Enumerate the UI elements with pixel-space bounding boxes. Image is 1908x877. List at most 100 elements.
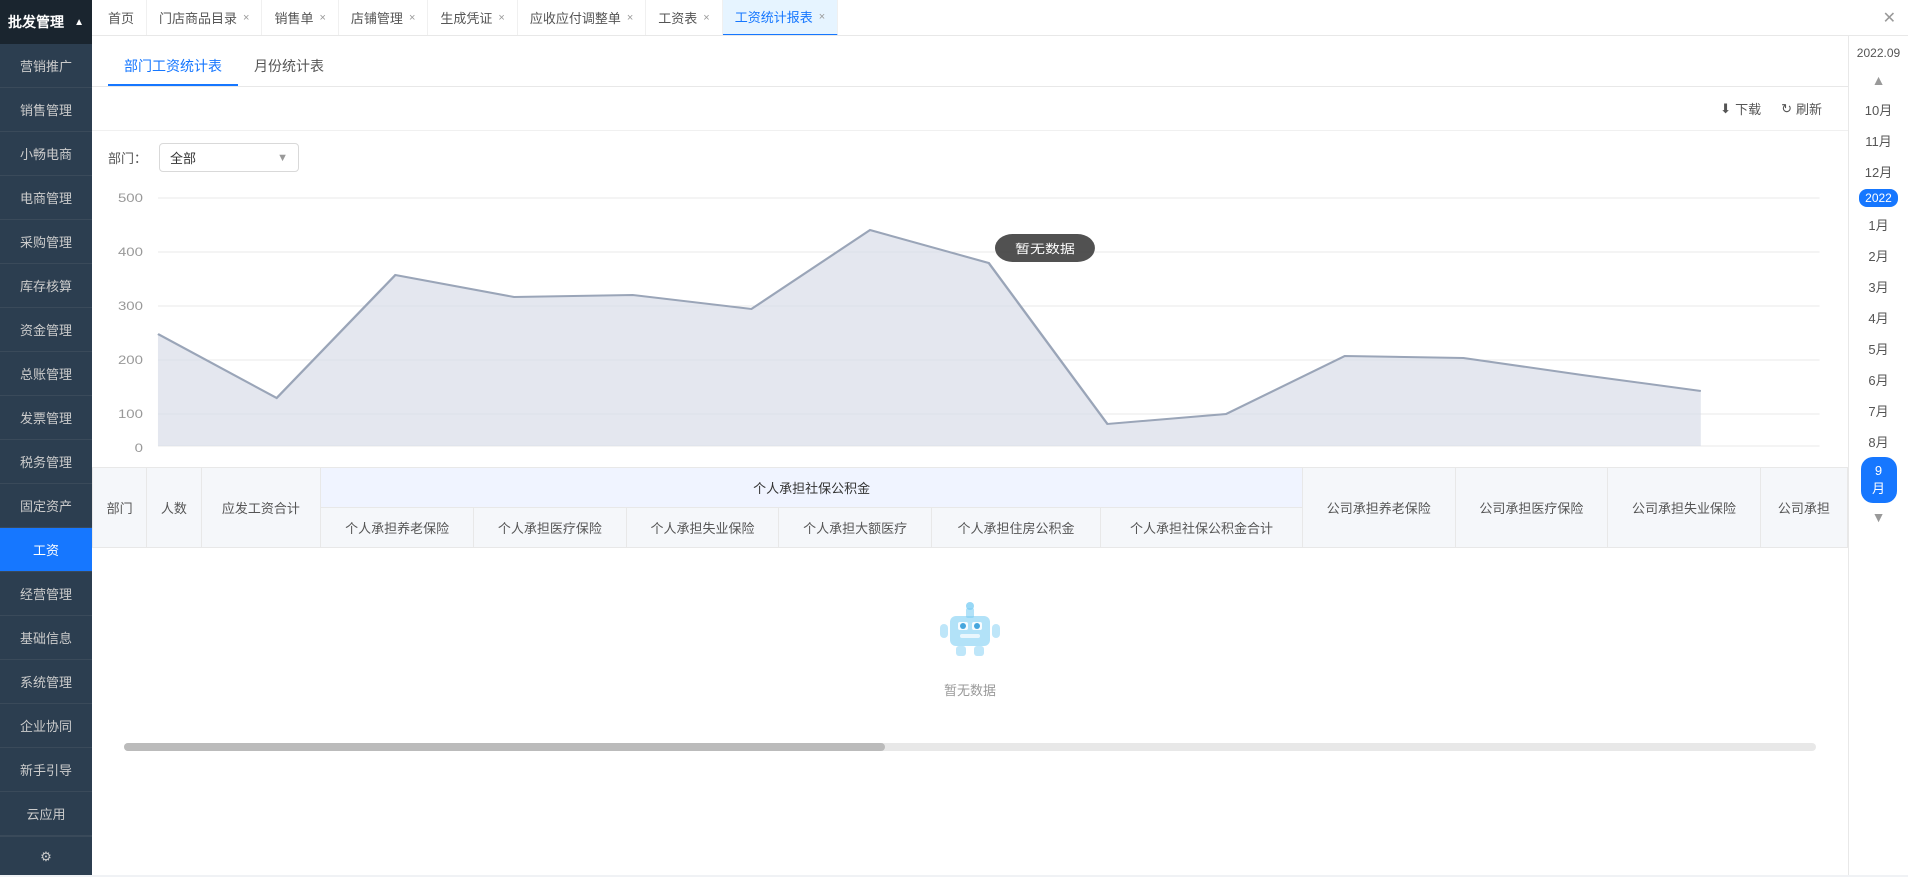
sidebar-item-销售管理[interactable]: 销售管理 <box>0 88 92 132</box>
filter-row: 部门： 全部 ▼ <box>92 131 1848 184</box>
tab-close-icon[interactable]: × <box>819 11 825 23</box>
col-header-dept: 部门 <box>93 468 147 548</box>
chart-container: 500 400 300 200 100 0 <box>92 184 1848 467</box>
tab-门店商品目录[interactable]: 门店商品目录× <box>147 0 262 36</box>
tab-label: 工资统计报表 <box>735 7 813 26</box>
tab-close-icon[interactable]: × <box>243 12 249 24</box>
department-select[interactable]: 全部 ▼ <box>159 143 299 172</box>
sidebar-item-基础信息[interactable]: 基础信息 <box>0 616 92 660</box>
sidebar-item-营销推广[interactable]: 营销推广 <box>0 44 92 88</box>
date-month-1月[interactable]: 1月 <box>1849 209 1908 240</box>
tab-close-icon[interactable]: × <box>498 12 504 24</box>
empty-state: 暂无数据 <box>93 548 1848 739</box>
tab-工资统计报表[interactable]: 工资统计报表 × <box>723 0 838 36</box>
sub-tab-dept[interactable]: 部门工资统计表 <box>108 48 238 86</box>
refresh-button[interactable]: ↻ 刷新 <box>1771 95 1832 122</box>
svg-text:400: 400 <box>118 245 143 258</box>
sidebar-item-小畅电商[interactable]: 小畅电商 <box>0 132 92 176</box>
tab-label: 生成凭证 <box>440 8 492 27</box>
sidebar-item-采购管理[interactable]: 采购管理 <box>0 220 92 264</box>
date-month-6月[interactable]: 6月 <box>1849 364 1908 395</box>
sidebar-item-电商管理[interactable]: 电商管理 <box>0 176 92 220</box>
sidebar-item-库存核算[interactable]: 库存核算 <box>0 264 92 308</box>
col-header-personal-large-medical: 个人承担大额医疗 <box>779 508 932 548</box>
date-month-10月[interactable]: 10月 <box>1849 94 1908 125</box>
tab-close-icon[interactable]: × <box>627 12 633 24</box>
col-header-personal-total: 个人承担社保公积金合计 <box>1101 508 1303 548</box>
sidebar-item-工资[interactable]: 工资 <box>0 528 92 572</box>
chevron-down-icon: ▼ <box>277 152 288 164</box>
sidebar-item-系统管理[interactable]: 系统管理 <box>0 660 92 704</box>
tab-close-icon[interactable]: × <box>319 12 325 24</box>
tab-close-icon[interactable]: × <box>703 12 709 24</box>
tabs-bar: 首页门店商品目录×销售单×店铺管理×生成凭证×应收应付调整单×工资表×工资统计报… <box>92 0 1908 36</box>
main-area: 首页门店商品目录×销售单×店铺管理×生成凭证×应收应付调整单×工资表×工资统计报… <box>92 0 1908 875</box>
sidebar-item-云应用[interactable]: 云应用 <box>0 792 92 836</box>
svg-text:0: 0 <box>135 441 144 454</box>
sidebar-toggle-icon: ▲ <box>74 17 84 28</box>
date-month-7月[interactable]: 7月 <box>1849 395 1908 426</box>
col-header-company-medical: 公司承担医疗保险 <box>1455 468 1608 548</box>
data-table: 部门 人数 应发工资合计 个人承担社保公积金 公司承担养老保险 公司承担医疗保险… <box>92 467 1848 739</box>
table-wrap: 部门 人数 应发工资合计 个人承担社保公积金 公司承担养老保险 公司承担医疗保险… <box>92 467 1848 875</box>
date-month-3月[interactable]: 3月 <box>1849 271 1908 302</box>
date-month-5月[interactable]: 5月 <box>1849 333 1908 364</box>
tab-label: 首页 <box>108 8 134 27</box>
sidebar-item-总账管理[interactable]: 总账管理 <box>0 352 92 396</box>
sidebar-item-经营管理[interactable]: 经营管理 <box>0 572 92 616</box>
col-header-count: 人数 <box>147 468 201 548</box>
date-month-11月[interactable]: 11月 <box>1849 125 1908 156</box>
svg-text:200: 200 <box>118 353 143 366</box>
date-panel: 2022.09 ▲ 10月11月12月20221月2月3月4月5月6月7月8月9… <box>1848 36 1908 875</box>
refresh-label: 刷新 <box>1796 99 1822 118</box>
main-panel: 部门工资统计表 月份统计表 ⬇ 下载 ↻ 刷新 部门： 全部 ▼ <box>92 36 1848 875</box>
col-group-personal: 个人承担社保公积金 <box>321 468 1303 508</box>
sidebar-item-新手引导[interactable]: 新手引导 <box>0 748 92 792</box>
tabs-container: 首页门店商品目录×销售单×店铺管理×生成凭证×应收应付调整单×工资表×工资统计报… <box>96 0 1875 36</box>
area-chart: 500 400 300 200 100 0 <box>108 184 1832 464</box>
col-header-personal-pension: 个人承担养老保险 <box>321 508 474 548</box>
date-month-9月[interactable]: 9月 <box>1861 457 1897 503</box>
date-down-button[interactable]: ▼ <box>1865 503 1893 531</box>
sidebar-footer-settings[interactable]: ⚙ <box>0 836 92 877</box>
filter-label: 部门： <box>108 148 147 167</box>
tab-close-icon[interactable]: × <box>409 12 415 24</box>
date-month-2月[interactable]: 2月 <box>1849 240 1908 271</box>
svg-text:100: 100 <box>118 407 143 420</box>
tab-应收应付调整单[interactable]: 应收应付调整单 × <box>518 0 646 36</box>
download-button[interactable]: ⬇ 下载 <box>1710 95 1771 122</box>
close-all-tabs-button[interactable]: ✕ <box>1875 8 1904 28</box>
tab-label: 店铺管理 <box>351 8 403 27</box>
close-all-icon: ✕ <box>1883 8 1896 28</box>
col-header-personal-medical: 个人承担医疗保险 <box>474 508 627 548</box>
date-month-8月[interactable]: 8月 <box>1849 426 1908 457</box>
date-months-container: 10月11月12月 2022 1月2月3月4月5月6月7月8月9月 <box>1849 94 1908 503</box>
date-year-badge[interactable]: 2022 <box>1859 189 1898 207</box>
tab-生成凭证[interactable]: 生成凭证 × <box>428 0 517 36</box>
sub-tab-month[interactable]: 月份统计表 <box>238 48 340 86</box>
tab-销售单[interactable]: 销售单 × <box>262 0 338 36</box>
col-header-total: 应发工资合计 <box>201 468 321 548</box>
sidebar-item-固定资产[interactable]: 固定资产 <box>0 484 92 528</box>
tab-label: 销售单 <box>274 8 313 27</box>
empty-text: 暂无数据 <box>944 680 996 699</box>
svg-text:500: 500 <box>118 191 143 204</box>
col-header-company-pension: 公司承担养老保险 <box>1302 468 1455 548</box>
date-up-button[interactable]: ▲ <box>1865 66 1893 94</box>
tab-label: 应收应付调整单 <box>530 8 621 27</box>
tab-店铺管理[interactable]: 店铺管理 × <box>339 0 428 36</box>
date-month-4月[interactable]: 4月 <box>1849 302 1908 333</box>
sidebar: 批发管理 ▲ 营销推广销售管理小畅电商电商管理采购管理库存核算资金管理总账管理发… <box>0 0 92 875</box>
content-area: 部门工资统计表 月份统计表 ⬇ 下载 ↻ 刷新 部门： 全部 ▼ <box>92 36 1908 875</box>
toolbar: ⬇ 下载 ↻ 刷新 <box>92 87 1848 131</box>
tab-label: 工资表 <box>658 8 697 27</box>
sidebar-item-发票管理[interactable]: 发票管理 <box>0 396 92 440</box>
tab-工资表[interactable]: 工资表 × <box>646 0 722 36</box>
horizontal-scrollbar[interactable] <box>92 739 1848 759</box>
date-month-12月[interactable]: 12月 <box>1849 156 1908 187</box>
tab-首页[interactable]: 首页 <box>96 0 147 36</box>
sidebar-item-资金管理[interactable]: 资金管理 <box>0 308 92 352</box>
sidebar-item-企业协同[interactable]: 企业协同 <box>0 704 92 748</box>
sidebar-header[interactable]: 批发管理 ▲ <box>0 0 92 44</box>
sidebar-item-税务管理[interactable]: 税务管理 <box>0 440 92 484</box>
